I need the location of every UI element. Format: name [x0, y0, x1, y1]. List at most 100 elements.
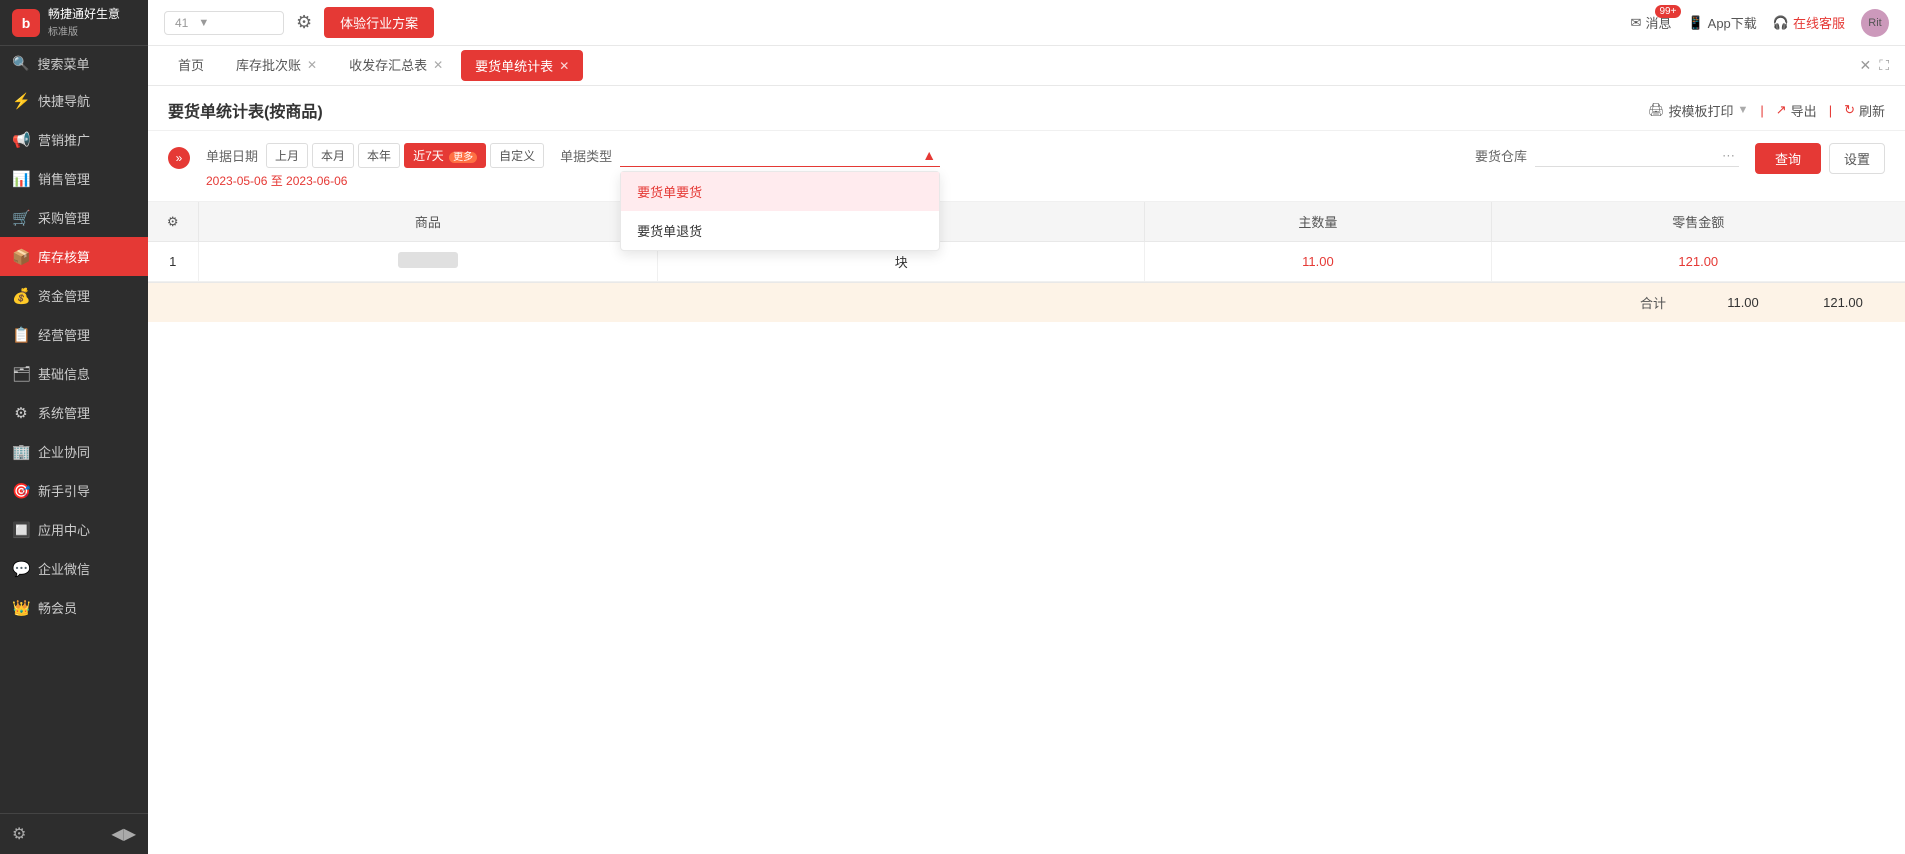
refresh-icon: ↻ [1844, 102, 1855, 118]
store-selector[interactable]: 41 ▼ [164, 11, 284, 35]
page-title: 要货单统计表(按商品) [168, 98, 323, 122]
table-header: ⚙ 商品 主计量单位 主数量 零售金额 [148, 202, 1905, 242]
print-button[interactable]: 🖨 按模板打印 ▼ [1648, 101, 1748, 120]
date-btn-recent7[interactable]: 近7天 更多 [404, 143, 486, 168]
date-btn-last-month[interactable]: 上月 [266, 143, 308, 168]
th-settings[interactable]: ⚙ [148, 202, 198, 242]
dropdown-item-order-return[interactable]: 要货单退货 [621, 211, 939, 250]
message-icon: ✉ [1631, 15, 1642, 31]
expand-tabs-icon[interactable]: ⛶ [1879, 57, 1889, 74]
sidebar-item-newbie[interactable]: 🎯 新手引导 [0, 471, 148, 510]
date-btn-this-year[interactable]: 本年 [358, 143, 400, 168]
sidebar-item-basic[interactable]: 🗂 基础信息 [0, 354, 148, 393]
tab-receive-summary[interactable]: 收发存汇总表 ✕ [335, 49, 457, 82]
footer-quantity: 11.00 [1693, 295, 1793, 310]
collapse-icon[interactable]: ◀▶ [111, 824, 136, 844]
warehouse-input[interactable] [1535, 143, 1739, 167]
warehouse-more-icon[interactable]: ··· [1722, 148, 1735, 163]
settings-icon[interactable]: ⚙ [12, 824, 26, 844]
online-service-button[interactable]: 🎧 在线客服 [1773, 13, 1845, 32]
td-quantity[interactable]: 11.00 [1145, 242, 1491, 282]
sidebar-item-inventory[interactable]: 📦 库存核算 [0, 237, 148, 276]
app-download-button[interactable]: 📱 App下载 [1687, 13, 1756, 32]
sidebar-item-appstore[interactable]: 🔲 应用中心 [0, 510, 148, 549]
member-icon: 👑 [12, 599, 30, 617]
table-body: 1 块 11.00 121.00 [148, 242, 1905, 282]
operations-icon: 📋 [12, 326, 30, 344]
print-label: 按模板打印 [1668, 101, 1733, 120]
trial-industry-button[interactable]: 体验行业方案 [324, 7, 434, 38]
tab-home[interactable]: 首页 [164, 49, 218, 82]
app-name: 畅捷通好生意 [48, 7, 120, 23]
tab-order-summary-label: 要货单统计表 [475, 56, 553, 75]
sidebar-item-wechat[interactable]: 💬 企业微信 [0, 549, 148, 588]
sidebar-item-quick-nav[interactable]: ⚡ 快捷导航 [0, 81, 148, 120]
refresh-button[interactable]: ↻ 刷新 [1844, 101, 1885, 120]
enterprise-icon: 🏢 [12, 443, 30, 461]
topbar-right: ✉ 消息 99+ 📱 App下载 🎧 在线客服 Rit [1631, 9, 1889, 37]
doc-type-input[interactable] [620, 143, 940, 167]
tab-receive-summary-label: 收发存汇总表 [349, 55, 427, 74]
sidebar-item-label: 企业微信 [38, 559, 136, 578]
tab-order-summary[interactable]: 要货单统计表 ✕ [461, 50, 583, 81]
sidebar-item-label: 库存核算 [38, 247, 136, 266]
dropdown-item-order-goods[interactable]: 要货单要货 [621, 172, 939, 211]
doc-type-dropdown: 要货单要货 要货单退货 [620, 171, 940, 251]
td-amount[interactable]: 121.00 [1491, 242, 1905, 282]
date-range-display: 2023-05-06 至 2023-06-06 [206, 172, 544, 189]
messages-button[interactable]: ✉ 消息 99+ [1631, 13, 1672, 32]
filter-actions: 查询 设置 [1755, 143, 1885, 174]
topbar-left: 41 ▼ ⚙ 体验行业方案 [164, 7, 1631, 38]
doc-type-label: 单据类型 [560, 146, 612, 165]
filter-bar: » 单据日期 上月 本月 本年 近7天 更多 自定义 [148, 131, 1905, 202]
sidebar-nav: ⚡ 快捷导航 📢 营销推广 📊 销售管理 🛒 采购管理 📦 库存核算 💰 资金管… [0, 81, 148, 813]
search-menu-label: 搜索菜单 [37, 54, 89, 73]
sidebar-item-marketing[interactable]: 📢 营销推广 [0, 120, 148, 159]
close-all-tabs-icon[interactable]: ✕ [1859, 57, 1871, 74]
export-button[interactable]: ↗ 导出 [1776, 101, 1817, 120]
search-menu[interactable]: 🔍 搜索菜单 [0, 46, 148, 81]
sidebar-item-label: 畅会员 [38, 598, 136, 617]
export-icon: ↗ [1776, 102, 1787, 118]
date-filter-label-group: 单据日期 上月 本月 本年 近7天 更多 自定义 [206, 143, 544, 168]
export-label: 导出 [1791, 101, 1817, 120]
tab-home-label: 首页 [178, 55, 204, 74]
table-settings-icon[interactable]: ⚙ [167, 214, 179, 229]
page-content: 要货单统计表(按商品) 🖨 按模板打印 ▼ | ↗ 导出 | ↻ [148, 86, 1905, 854]
tab-order-summary-close[interactable]: ✕ [559, 59, 569, 73]
app-version: 标准版 [48, 23, 120, 38]
main-area: 41 ▼ ⚙ 体验行业方案 ✉ 消息 99+ 📱 App下载 🎧 在线客服 R [148, 0, 1905, 854]
tab-batch-account[interactable]: 库存批次账 ✕ [222, 49, 331, 82]
sidebar-item-label: 销售管理 [38, 169, 136, 188]
filter-expand-button[interactable]: » [168, 147, 190, 169]
sidebar-item-finance[interactable]: 💰 资金管理 [0, 276, 148, 315]
query-button[interactable]: 查询 [1755, 143, 1821, 174]
th-amount: 零售金额 [1491, 202, 1905, 242]
sidebar-item-label: 企业协同 [38, 442, 136, 461]
sidebar-item-purchase[interactable]: 🛒 采购管理 [0, 198, 148, 237]
sidebar-item-member[interactable]: 👑 畅会员 [0, 588, 148, 627]
filter-settings-button[interactable]: 设置 [1829, 143, 1885, 174]
doc-type-input-wrap: ▲ 要货单要货 要货单退货 [620, 143, 940, 167]
topbar-settings-icon[interactable]: ⚙ [296, 12, 312, 33]
date-btn-this-month[interactable]: 本月 [312, 143, 354, 168]
tab-receive-summary-close[interactable]: ✕ [433, 58, 443, 72]
sidebar-item-operations[interactable]: 📋 经营管理 [0, 315, 148, 354]
tab-batch-account-close[interactable]: ✕ [307, 58, 317, 72]
sidebar-item-system[interactable]: ⚙ 系统管理 [0, 393, 148, 432]
tabs-bar: 首页 库存批次账 ✕ 收发存汇总表 ✕ 要货单统计表 ✕ ✕ ⛶ [148, 46, 1905, 86]
warehouse-filter-group: 要货仓库 ··· [1475, 143, 1739, 167]
th-product: 商品 [198, 202, 658, 242]
table-row: 1 块 11.00 121.00 [148, 242, 1905, 282]
doc-type-dropdown-arrow[interactable]: ▲ [922, 147, 936, 163]
app-download-label: App下载 [1708, 13, 1757, 32]
sidebar-item-sales[interactable]: 📊 销售管理 [0, 159, 148, 198]
date-btn-custom[interactable]: 自定义 [490, 143, 544, 168]
sidebar-item-enterprise[interactable]: 🏢 企业协同 [0, 432, 148, 471]
online-service-label: 在线客服 [1793, 13, 1845, 32]
td-product [198, 242, 658, 282]
page-actions: 🖨 按模板打印 ▼ | ↗ 导出 | ↻ 刷新 [1648, 101, 1885, 120]
tabs-end-controls: ✕ ⛶ [1859, 57, 1889, 74]
phone-icon: 📱 [1687, 15, 1703, 31]
user-avatar[interactable]: Rit [1861, 9, 1889, 37]
